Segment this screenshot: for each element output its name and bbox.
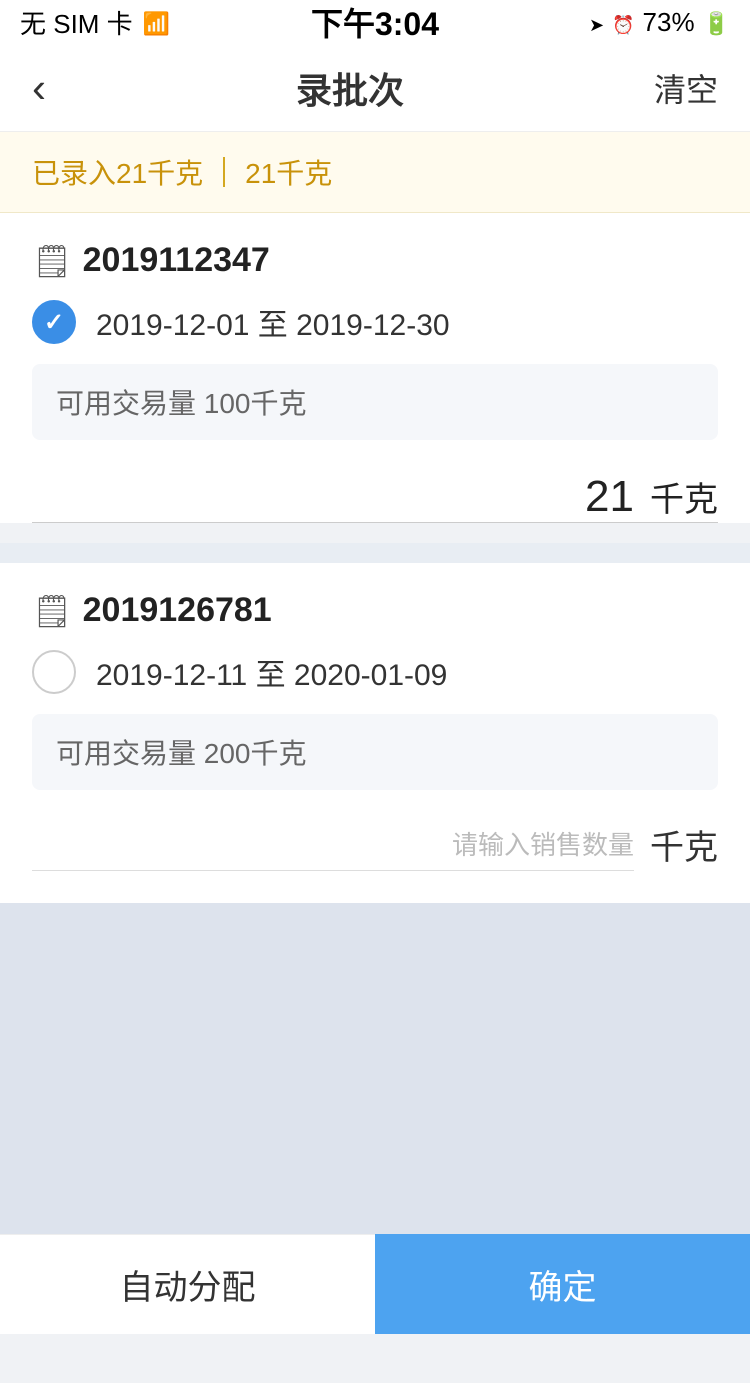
section-divider-1 xyxy=(0,543,750,563)
carrier-label: 无 SIM 卡 xyxy=(20,4,133,41)
recorded-amount-label: 已录入21千克 xyxy=(32,152,203,192)
clear-button[interactable]: 清空 xyxy=(654,65,718,111)
batch-2-id: 2019126781 xyxy=(83,591,272,630)
gray-area xyxy=(0,903,750,1283)
batch-1-avail-text: 可用交易量 100千克 xyxy=(56,388,307,419)
back-button[interactable]: ‹ xyxy=(32,64,46,112)
batch-2-select-row[interactable]: 2019-12-11 至 2020-01-09 xyxy=(0,640,750,704)
auto-distribute-button[interactable]: 自动分配 xyxy=(0,1234,375,1334)
batch-2-header: 🗒 2019126781 xyxy=(0,563,750,640)
batch-2-radio[interactable] xyxy=(32,650,76,694)
batch-2-icon: 🗒 xyxy=(32,592,73,630)
batch-1-date-range: 2019-12-01 至 2019-12-30 xyxy=(96,300,450,344)
nav-bar: ‹ 录批次 清空 xyxy=(0,44,750,132)
page-title: 录批次 xyxy=(296,62,404,114)
status-bar: 无 SIM 卡 下午3:04 73% xyxy=(0,0,750,44)
battery-percent: 73% xyxy=(643,7,695,38)
batch-1-avail: 可用交易量 100千克 xyxy=(32,364,718,440)
batch-1-select-row[interactable]: 2019-12-01 至 2019-12-30 xyxy=(0,290,750,354)
confirm-button[interactable]: 确定 xyxy=(375,1234,750,1334)
batch-1-header: 🗒 2019112347 xyxy=(0,213,750,290)
status-left: 无 SIM 卡 xyxy=(20,4,170,41)
batch-1-card: 🗒 2019112347 2019-12-01 至 2019-12-30 可用交… xyxy=(0,213,750,523)
battery-icon xyxy=(703,7,730,38)
batch-1-icon: 🗒 xyxy=(32,242,73,280)
alarm-icon xyxy=(612,7,634,38)
info-banner: 已录入21千克 21千克 xyxy=(0,132,750,213)
bottom-bar: 自动分配 确定 xyxy=(0,1234,750,1334)
recorded-amount-value: 21千克 xyxy=(245,152,332,192)
status-time: 下午3:04 xyxy=(311,0,439,45)
batch-1-value-row: 21 千克 xyxy=(0,460,750,522)
batch-1-id: 2019112347 xyxy=(83,241,270,280)
batch-1-underline xyxy=(32,522,718,523)
batch-2-unit: 千克 xyxy=(650,820,718,875)
batch-1-quantity: 21 xyxy=(585,472,634,522)
wifi-icon xyxy=(143,7,170,38)
status-right: 73% xyxy=(589,7,730,38)
batch-1-unit: 千克 xyxy=(650,472,718,521)
batch-2-card: 🗒 2019126781 2019-12-11 至 2020-01-09 可用交… xyxy=(0,563,750,903)
banner-divider xyxy=(223,157,225,187)
location-icon xyxy=(589,7,604,38)
batch-2-quantity-input[interactable] xyxy=(354,825,634,862)
batch-2-date-range: 2019-12-11 至 2020-01-09 xyxy=(96,650,447,694)
batch-1-radio[interactable] xyxy=(32,300,76,344)
batch-2-avail: 可用交易量 200千克 xyxy=(32,714,718,790)
batch-2-avail-text: 可用交易量 200千克 xyxy=(56,738,307,769)
